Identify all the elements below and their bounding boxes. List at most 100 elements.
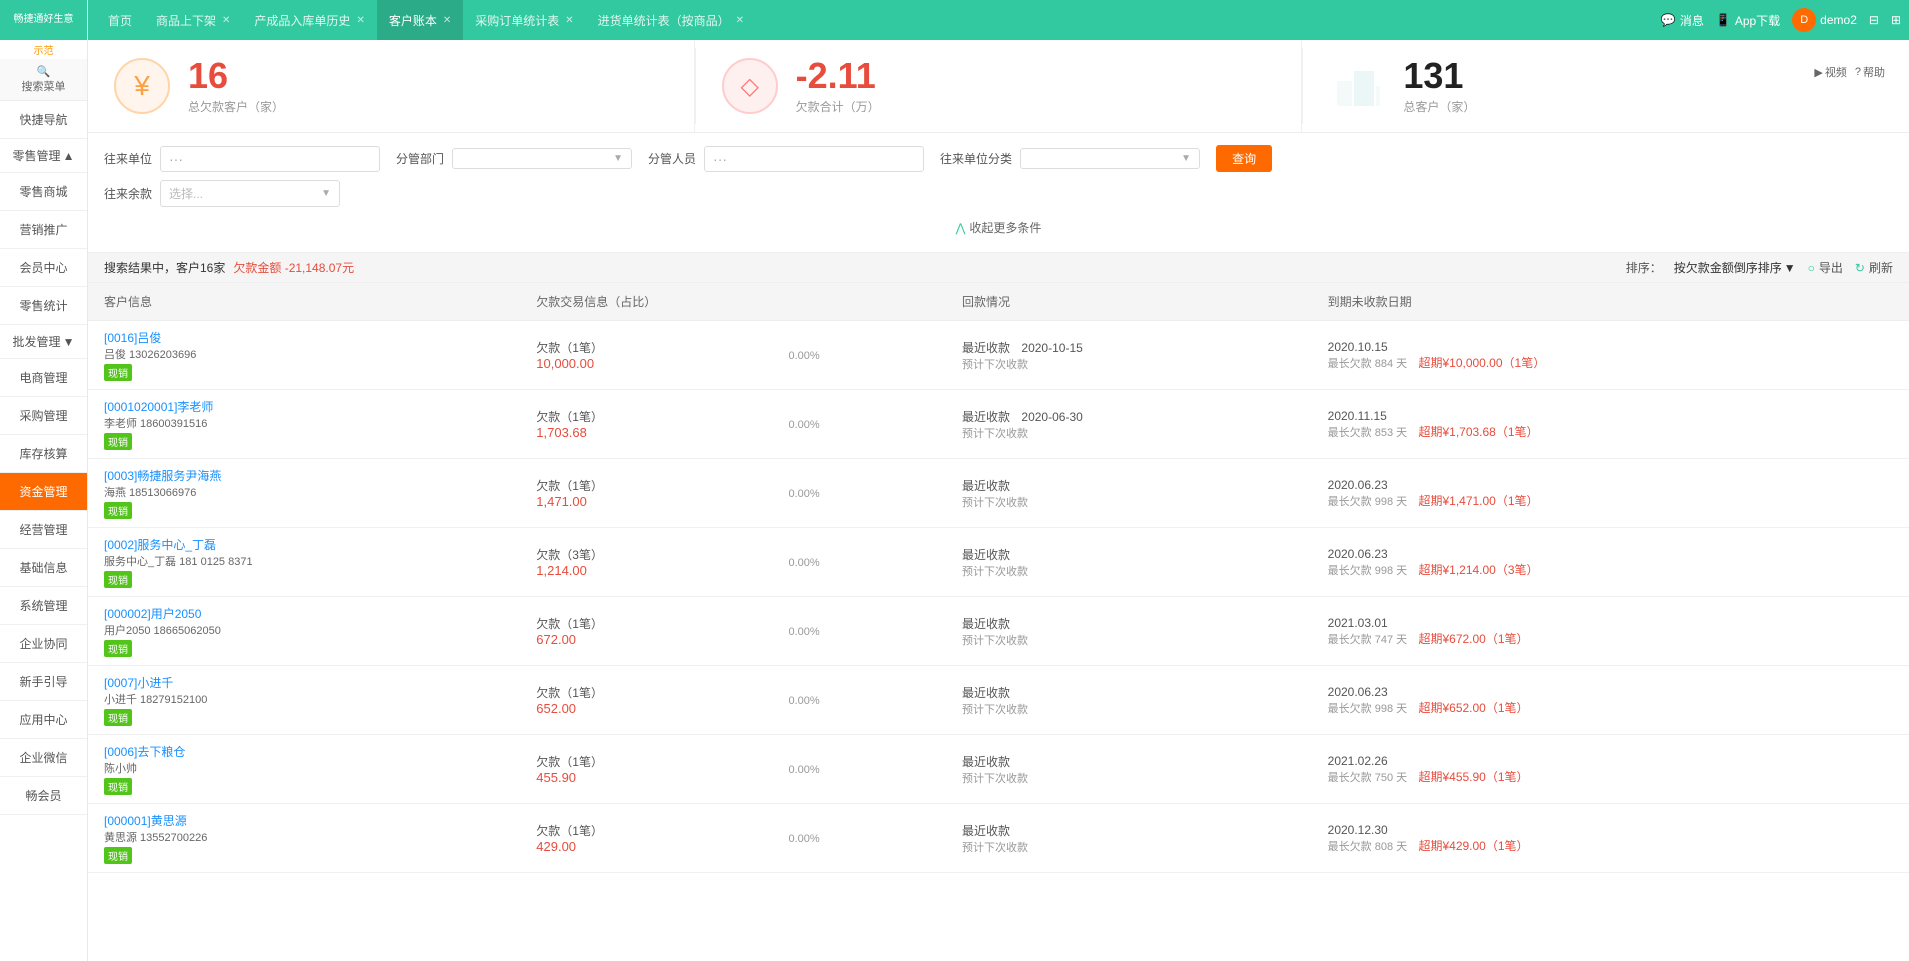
sidebar-item-wechat[interactable]: 企业微信 [0,739,87,777]
collapse-filter-btn[interactable]: ⋀ 收起更多条件 [104,215,1893,240]
operation-label: 经营管理 [19,521,67,538]
overdue-amount-6[interactable]: 超期¥455.90（1笔） [1418,770,1528,784]
customer-name-4[interactable]: [000002]用户2050 [104,605,504,622]
overdue-date-0: 2020.10.15 [1328,340,1893,354]
filter-category-select[interactable]: ▼ [1020,148,1200,169]
video-action[interactable]: ▶ 视频 [1814,64,1846,80]
sidebar-item-basic[interactable]: 基础信息 [0,549,87,587]
collection-next-6: 预计下次收款 [962,770,1296,786]
cell-collection-0: 最近收款 2020-10-15 预计下次收款 [946,321,1312,390]
sidebar-item-guide[interactable]: 新手引导 [0,663,87,701]
sidebar-item-member2[interactable]: 畅会员 [0,777,87,815]
sidebar-item-ecommerce[interactable]: 电商管理 [0,359,87,397]
sidebar-item-batch[interactable]: 批发管理 ▼ [0,325,87,359]
cell-overdue-1: 2020.11.15 最长欠款 853 天 超期¥1,703.68（1笔） [1312,390,1909,459]
sidebar-item-purchase[interactable]: 采购管理 [0,397,87,435]
customer-name-0[interactable]: [0016]吕俊 [104,329,504,346]
cell-collection-7: 最近收款 预计下次收款 [946,804,1312,873]
help-action[interactable]: ? 帮助 [1855,64,1885,80]
debt-amount-1[interactable]: 1,703.68 [536,425,740,440]
debt-amount-3[interactable]: 1,214.00 [536,563,740,578]
avatar: D [1792,8,1816,32]
sidebar-item-system[interactable]: 系统管理 [0,587,87,625]
customer-tag-3: 现销 [104,571,132,588]
tab-inventory-stats-close[interactable]: ✕ [736,15,744,26]
app-download-action[interactable]: 📱 App下载 [1716,12,1780,29]
sidebar-item-member[interactable]: 会员中心 [0,249,87,287]
overdue-date-6: 2021.02.26 [1328,754,1893,768]
customer-name-3[interactable]: [0002]服务中心_丁磊 [104,536,504,553]
user-action[interactable]: D demo2 [1792,8,1857,32]
overdue-amount-5[interactable]: 超期¥652.00（1笔） [1418,701,1528,715]
sidebar-item-operation[interactable]: 经营管理 [0,511,87,549]
overdue-amount-4[interactable]: 超期¥672.00（1笔） [1418,632,1528,646]
tab-products-offline-close[interactable]: ✕ [222,15,230,26]
tab-purchase-order[interactable]: 采购订单统计表 ✕ [463,0,585,40]
filter-dept-select[interactable]: ▼ [452,148,632,169]
overdue-amount-3[interactable]: 超期¥1,214.00（3笔） [1418,563,1538,577]
message-action[interactable]: 💬 消息 [1661,12,1704,29]
customer-name-6[interactable]: [0006]去下粮仓 [104,743,504,760]
debt-amount-4[interactable]: 672.00 [536,632,740,647]
sidebar-item-marketing[interactable]: 营销推广 [0,211,87,249]
tab-products-offline[interactable]: 商品上下架 ✕ [144,0,242,40]
sidebar-item-enterprise[interactable]: 企业协同 [0,625,87,663]
customers-icon-circle: ¥ [114,58,170,114]
refresh-action[interactable]: ↻ 刷新 [1855,259,1893,276]
debt-count-3: 欠款（3笔） [536,546,740,563]
total-debt-number: -2.11 [796,58,1278,94]
filter-balance-placeholder: 选择... [169,185,203,202]
tab-customer-account[interactable]: 客户账本 ✕ [377,0,463,40]
filter-group-balance: 往来余款 选择... ▼ [104,180,340,207]
tab-home[interactable]: 首页 [96,0,144,40]
sort-select[interactable]: 按欠款金额倒序排序 ▼ [1674,259,1796,276]
tab-customer-account-close[interactable]: ✕ [443,15,451,26]
query-button[interactable]: 查询 [1216,145,1272,172]
sidebar-item-retail[interactable]: 零售管理 ▲ [0,139,87,173]
filter-group-person: 分管人员 ··· [648,146,924,172]
customer-tag-0: 现销 [104,364,132,381]
tab-products-history[interactable]: 产成品入库单历史 ✕ [242,0,376,40]
debt-amount-6[interactable]: 455.90 [536,770,740,785]
customer-name-7[interactable]: [000001]黄思源 [104,812,504,829]
debt-amount-7[interactable]: 429.00 [536,839,740,854]
refresh-label: 刷新 [1869,259,1893,276]
message-label: 消息 [1680,12,1704,29]
sidebar-item-apps[interactable]: 应用中心 [0,701,87,739]
debt-amount-2[interactable]: 1,471.00 [536,494,740,509]
overdue-amount-2[interactable]: 超期¥1,471.00（1笔） [1418,494,1538,508]
customer-name-1[interactable]: [0001020001]李老师 [104,398,504,415]
debt-count-4: 欠款（1笔） [536,615,740,632]
debt-amount-5[interactable]: 652.00 [536,701,740,716]
sidebar-search[interactable]: 🔍 搜索菜单 [0,59,87,101]
maximize-topbar[interactable]: ⊞ [1891,13,1901,27]
user-name-label: demo2 [1820,13,1857,27]
customer-name-2[interactable]: [0003]畅捷服务尹海燕 [104,467,504,484]
sidebar-item-finance[interactable]: 资金管理 [0,473,87,511]
sidebar-item-quick-nav[interactable]: 快捷导航 [0,101,87,139]
sidebar-item-retail-stats[interactable]: 零售统计 [0,287,87,325]
result-info: 搜索结果中，客户16家 欠款金额 -21,148.07元 [104,259,354,276]
sidebar-item-retail-mall[interactable]: 零售商城 [0,173,87,211]
tab-inventory-stats[interactable]: 进货单统计表（按商品） ✕ [586,0,756,40]
cell-customer-info-4: [000002]用户2050 用户2050 18665062050 现销 [88,597,520,666]
sidebar-item-inventory[interactable]: 库存核算 [0,435,87,473]
customer-name-5[interactable]: [0007]小进千 [104,674,504,691]
filter-balance-select[interactable]: 选择... ▼ [160,180,340,207]
filter-unit-input[interactable]: ··· [160,146,380,172]
basic-label: 基础信息 [19,559,67,576]
overdue-amount-1[interactable]: 超期¥1,703.68（1笔） [1418,425,1538,439]
debt-amount-0[interactable]: 10,000.00 [536,356,740,371]
tab-purchase-order-close[interactable]: ✕ [565,15,573,26]
export-action[interactable]: ○ 导出 [1808,259,1843,276]
customer-tag-2: 现销 [104,502,132,519]
filter-person-input[interactable]: ··· [704,146,924,172]
collection-date-1: 2020-06-30 [1021,410,1082,424]
collapse-topbar[interactable]: ⊟ [1869,13,1879,27]
cell-overdue-2: 2020.06.23 最长欠款 998 天 超期¥1,471.00（1笔） [1312,459,1909,528]
tab-products-history-close[interactable]: ✕ [356,15,364,26]
overdue-date-5: 2020.06.23 [1328,685,1893,699]
overdue-amount-0[interactable]: 超期¥10,000.00（1笔） [1418,356,1545,370]
overdue-amount-7[interactable]: 超期¥429.00（1笔） [1418,839,1528,853]
cell-customer-info-2: [0003]畅捷服务尹海燕 海燕 18513066976 现销 [88,459,520,528]
